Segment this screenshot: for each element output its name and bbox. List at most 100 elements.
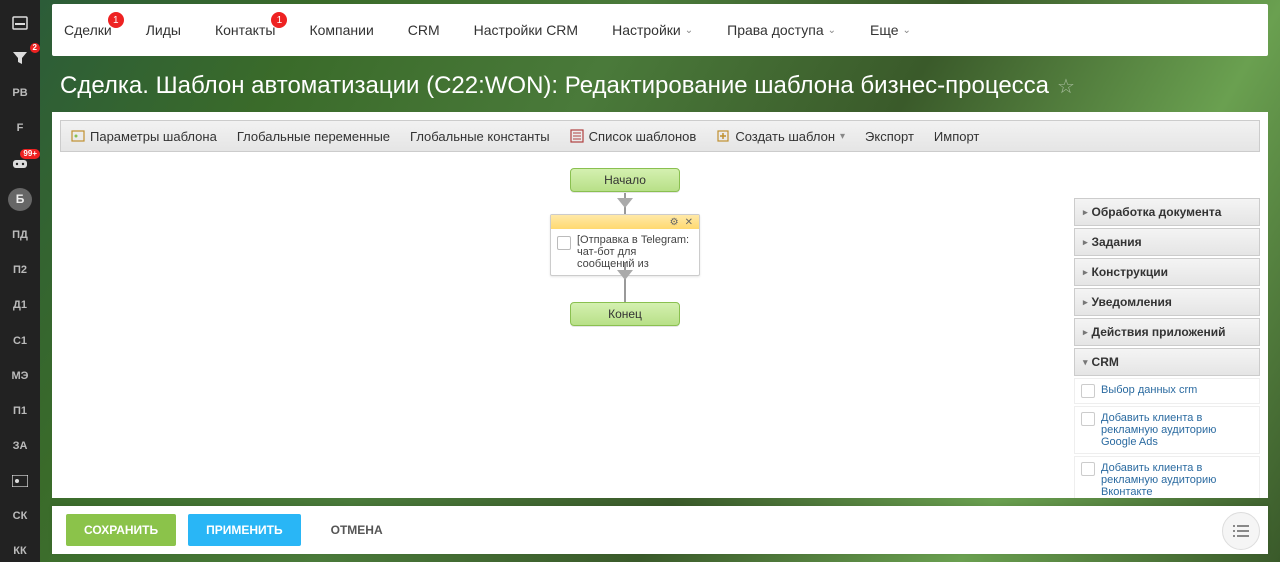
- ritem-vk[interactable]: Добавить клиента в рекламную аудиторию В…: [1074, 456, 1260, 498]
- cancel-button[interactable]: ОТМЕНА: [313, 514, 401, 546]
- sidebar-badge: 99+: [20, 149, 40, 159]
- rgroup-doc[interactable]: ▸ Обработка документа: [1074, 198, 1260, 226]
- ritem-label: Добавить клиента в рекламную аудиторию G…: [1101, 412, 1253, 448]
- nav-label: Сделки: [64, 22, 112, 38]
- nav-contacts[interactable]: Контакты 1: [215, 22, 275, 38]
- nav-badge: 1: [271, 12, 287, 28]
- footer-bar: СОХРАНИТЬ ПРИМЕНИТЬ ОТМЕНА: [52, 506, 1268, 554]
- ritem-crm-select[interactable]: Выбор данных crm: [1074, 378, 1260, 404]
- apply-button[interactable]: ПРИМЕНИТЬ: [188, 514, 301, 546]
- create-icon: [716, 129, 730, 143]
- list-fab-button[interactable]: [1222, 512, 1260, 550]
- flow-edge: [624, 262, 626, 302]
- sidebar-box-icon[interactable]: [8, 12, 32, 33]
- sidebar-badge: 2: [30, 43, 40, 53]
- page-title-text: Сделка. Шаблон автоматизации (C22:WON): …: [60, 72, 1049, 100]
- activity-header: ⚙ ✕: [551, 215, 699, 229]
- nav-companies[interactable]: Компании: [309, 22, 373, 38]
- sidebar-item-za[interactable]: ЗА: [8, 435, 32, 456]
- sidebar-item-ck[interactable]: СК: [8, 506, 32, 527]
- sidebar-item-rv[interactable]: РВ: [8, 82, 32, 103]
- ritem-label: Выбор данных crm: [1101, 384, 1197, 396]
- tb-template-list[interactable]: Список шаблонов: [570, 129, 697, 144]
- tb-global-const[interactable]: Глобальные константы: [410, 129, 550, 144]
- nav-deals[interactable]: Сделки 1: [64, 22, 112, 38]
- tb-create-template[interactable]: Создать шаблон ▾: [716, 129, 845, 144]
- nav-crm[interactable]: CRM: [408, 22, 440, 38]
- flow-end-node[interactable]: Конец: [570, 302, 680, 326]
- list-icon: [570, 129, 584, 143]
- sidebar-item-c1[interactable]: С1: [8, 330, 32, 351]
- main-area: Сделки 1 Лиды Контакты 1 Компании CRM На…: [40, 0, 1280, 562]
- nav-access[interactable]: Права доступа ⌄: [727, 22, 836, 38]
- tb-label: Список шаблонов: [589, 129, 697, 144]
- sidebar-item-p1[interactable]: П1: [8, 400, 32, 421]
- work-area: Параметры шаблона Глобальные переменные …: [52, 112, 1268, 498]
- sidebar-item-b[interactable]: Б: [8, 188, 32, 211]
- chevron-right-icon: ▸: [1083, 327, 1088, 338]
- rgroup-constructs[interactable]: ▸ Конструкции: [1074, 258, 1260, 286]
- item-icon: [1081, 384, 1095, 398]
- item-icon: [1081, 462, 1095, 476]
- nav-label: Настройки: [612, 22, 681, 38]
- nav-settings[interactable]: Настройки ⌄: [612, 22, 693, 38]
- rgroup-appactions[interactable]: ▸Действия приложений: [1074, 318, 1260, 346]
- rgroup-label: CRM: [1092, 355, 1119, 369]
- rgroup-tasks[interactable]: ▸ Задания: [1074, 228, 1260, 256]
- nav-label: Права доступа: [727, 22, 823, 38]
- sidebar-item-me[interactable]: МЭ: [8, 365, 32, 386]
- sidebar-bot-icon[interactable]: 99+: [8, 153, 32, 174]
- sidebar-filter-icon[interactable]: 2: [8, 47, 32, 68]
- activity-icon: [557, 236, 571, 250]
- left-sidebar: 2 РВ F 99+ Б ПД П2 Д1 С1 МЭ П1 ЗА СК КК: [0, 0, 40, 562]
- sidebar-item-f[interactable]: F: [8, 117, 32, 138]
- tb-global-vars[interactable]: Глобальные переменные: [237, 129, 390, 144]
- rgroup-label: Конструкции: [1092, 265, 1168, 279]
- nav-label: Еще: [870, 22, 899, 38]
- nav-crm-settings[interactable]: Настройки CRM: [474, 22, 578, 38]
- rgroup-label: Обработка документа: [1092, 205, 1222, 219]
- nav-badge: 1: [108, 12, 124, 28]
- tb-label: Создать шаблон: [735, 129, 835, 144]
- gear-icon[interactable]: ⚙: [670, 217, 679, 228]
- chevron-down-icon: ⌄: [685, 25, 693, 36]
- top-nav: Сделки 1 Лиды Контакты 1 Компании CRM На…: [52, 4, 1268, 56]
- params-icon: [71, 129, 85, 143]
- activity-label: [Отправка в Telegram: чат-бот для сообще…: [577, 234, 693, 270]
- chevron-right-icon: ▸: [1083, 207, 1088, 218]
- tb-label: Параметры шаблона: [90, 129, 217, 144]
- tb-export[interactable]: Экспорт: [865, 129, 914, 144]
- rgroup-label: Задания: [1092, 235, 1142, 249]
- rgroup-notify[interactable]: ▸ Уведомления: [1074, 288, 1260, 316]
- chevron-right-icon: ▸: [1083, 267, 1088, 278]
- right-panel: ▸ Обработка документа ▸ Задания ▸ Конструкц…: [1074, 198, 1260, 498]
- sidebar-item-d1[interactable]: Д1: [8, 295, 32, 316]
- chevron-right-icon: ▸: [1083, 297, 1088, 308]
- tb-import[interactable]: Импорт: [934, 129, 979, 144]
- chevron-down-icon: ⌄: [903, 25, 911, 36]
- editor-toolbar: Параметры шаблона Глобальные переменные …: [60, 120, 1260, 152]
- ritem-label: Добавить клиента в рекламную аудиторию В…: [1101, 462, 1253, 498]
- flow-arrow-icon: [617, 198, 633, 208]
- chevron-down-icon: ⌄: [828, 25, 836, 36]
- nav-leads[interactable]: Лиды: [146, 22, 181, 38]
- item-icon: [1081, 412, 1095, 426]
- star-icon[interactable]: ☆: [1057, 74, 1075, 99]
- page-title: Сделка. Шаблон автоматизации (C22:WON): …: [60, 72, 1260, 100]
- list-icon: [1233, 525, 1249, 537]
- chevron-down-icon: ▾: [840, 131, 845, 142]
- sidebar-item-p2[interactable]: П2: [8, 260, 32, 281]
- sidebar-item-pd[interactable]: ПД: [8, 225, 32, 246]
- flow-canvas[interactable]: Начало ⚙ ✕ [Отправка в Telegram: чат-бот…: [52, 152, 1268, 498]
- rgroup-label: Уведомления: [1092, 295, 1172, 309]
- sidebar-item-kk[interactable]: КК: [8, 541, 32, 562]
- chevron-right-icon: ▸: [1083, 237, 1088, 248]
- ritem-google-ads[interactable]: Добавить клиента в рекламную аудиторию G…: [1074, 406, 1260, 454]
- rgroup-crm[interactable]: ▾CRM: [1074, 348, 1260, 376]
- save-button[interactable]: СОХРАНИТЬ: [66, 514, 176, 546]
- sidebar-card-icon[interactable]: [8, 471, 32, 492]
- close-icon[interactable]: ✕: [685, 217, 693, 228]
- nav-more[interactable]: Еще ⌄: [870, 22, 911, 38]
- tb-params[interactable]: Параметры шаблона: [71, 129, 217, 144]
- flow-start-node[interactable]: Начало: [570, 168, 680, 192]
